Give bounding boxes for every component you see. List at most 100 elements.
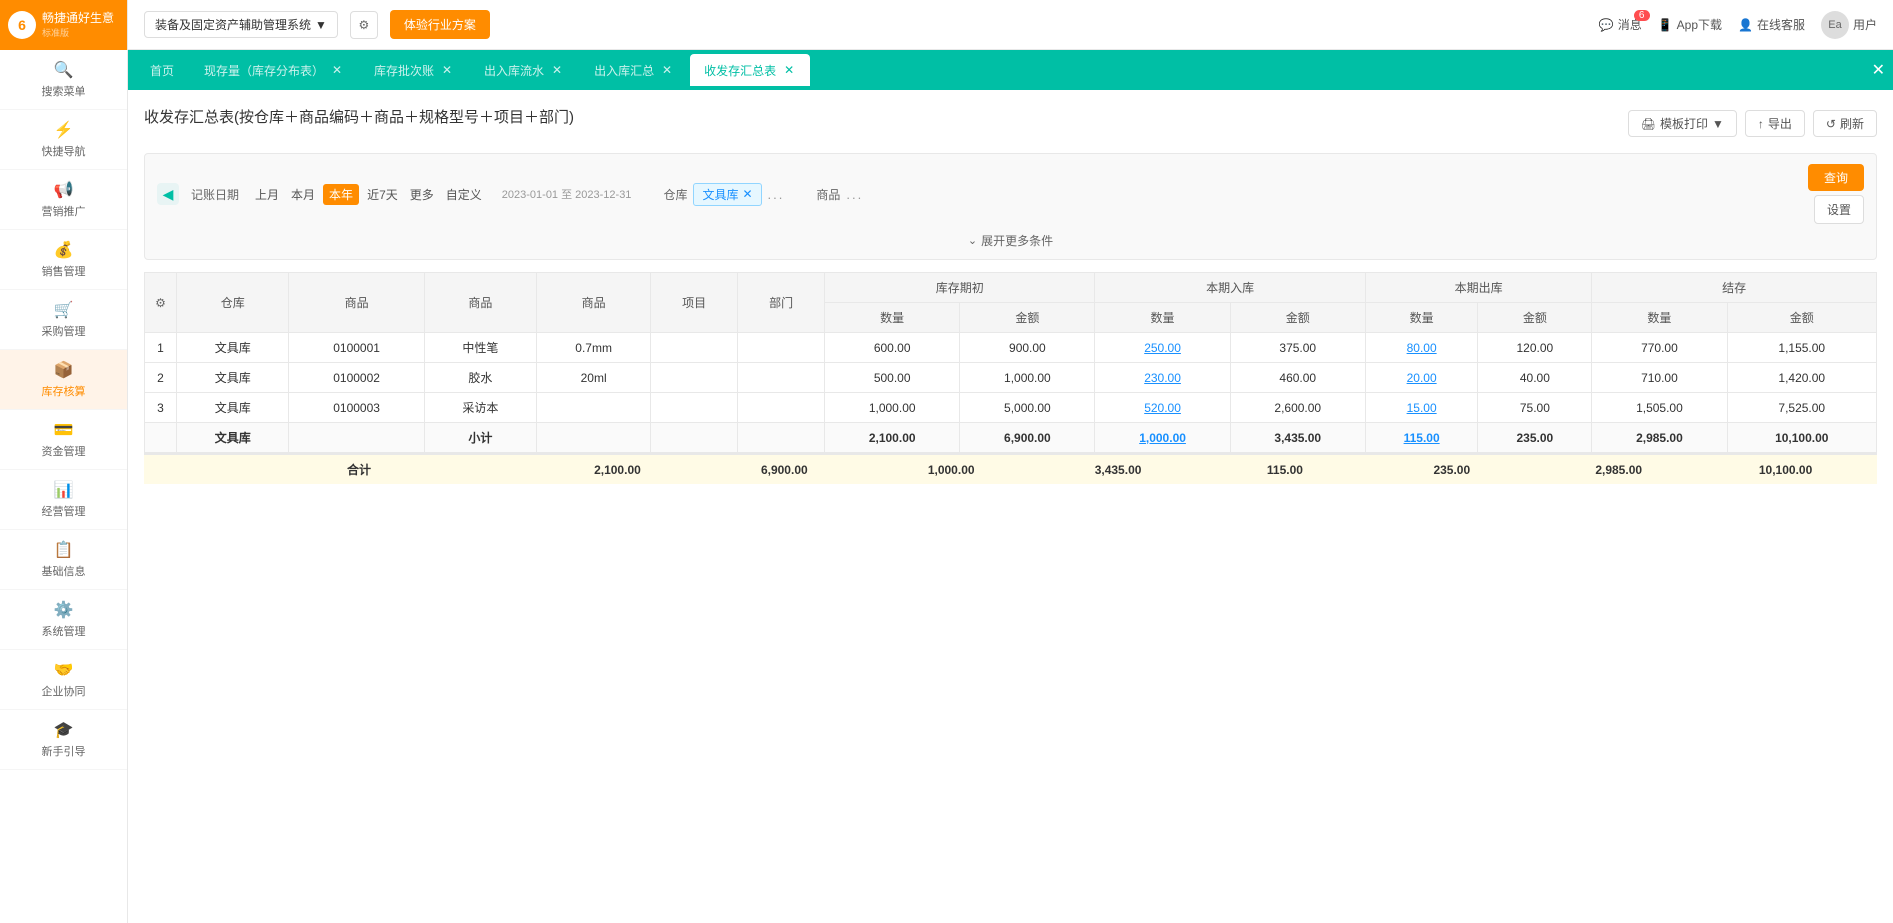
row-product-name-3: 小计 — [424, 423, 536, 453]
date-custom[interactable]: 自定义 — [442, 184, 486, 205]
tab-close-batch-ledger[interactable]: ✕ — [440, 63, 454, 77]
tab-inout-summary[interactable]: 出入库汇总✕ — [580, 54, 688, 86]
tab-close-inventory-dist[interactable]: ✕ — [330, 63, 344, 77]
close-all-tabs-icon[interactable]: ✕ — [1872, 60, 1885, 80]
date-filter-label: 记账日期 — [191, 186, 239, 203]
inventory-icon: 📦 — [54, 360, 74, 380]
row-in-qty-0[interactable]: 250.00 — [1095, 333, 1230, 363]
table-row: 文具库 小计 2,100.00 6,900.00 1,000.00 3,435.… — [145, 423, 1877, 453]
row-product-code-1: 0100002 — [289, 363, 424, 393]
row-out-qty-3[interactable]: 115.00 — [1365, 423, 1478, 453]
warehouse-filter: 仓库 文具库 ✕ ... — [663, 183, 784, 206]
service-icon: 👤 — [1738, 18, 1753, 32]
sidebar-item-quick-nav[interactable]: ⚡ 快捷导航 — [0, 110, 127, 170]
product-more-icon[interactable]: ... — [846, 187, 863, 202]
online-service-action[interactable]: 👤 在线客服 — [1738, 16, 1805, 33]
row-warehouse-1: 文具库 — [177, 363, 289, 393]
row-in-amount-2: 2,600.00 — [1230, 393, 1365, 423]
settings-icon[interactable]: ⚙ — [350, 11, 378, 39]
row-open-qty-3: 2,100.00 — [825, 423, 960, 453]
sidebar-item-marketing[interactable]: 📢营销推广 — [0, 170, 127, 230]
warehouse-tag[interactable]: 文具库 ✕ — [693, 183, 761, 206]
template-print-button[interactable]: 🖨 模板打印 ▼ — [1628, 110, 1737, 137]
footer-out-qty: 115.00 — [1202, 463, 1369, 477]
sidebar-item-finance[interactable]: 💳资金管理 — [0, 410, 127, 470]
sidebar-item-purchase[interactable]: 🛒采购管理 — [0, 290, 127, 350]
sidebar-item-sales[interactable]: 💰销售管理 — [0, 230, 127, 290]
tab-batch-ledger[interactable]: 库存批次账 ✕ — [360, 54, 468, 86]
date-this-month[interactable]: 本月 — [287, 184, 319, 205]
query-button[interactable]: 查询 — [1808, 164, 1864, 191]
quick-nav-icon: ⚡ — [54, 120, 74, 140]
row-out-amount-1: 40.00 — [1478, 363, 1592, 393]
row-product-spec-2 — [537, 393, 651, 423]
demo-button[interactable]: 体验行业方案 — [390, 10, 490, 39]
row-no-0: 1 — [145, 333, 177, 363]
expand-filter-row[interactable]: ⌄ 展开更多条件 — [157, 232, 1864, 249]
footer-close-amount: 10,100.00 — [1702, 463, 1869, 477]
table-settings-icon[interactable]: ⚙ — [155, 296, 166, 310]
tab-close-inout-summary[interactable]: ✕ — [660, 63, 674, 77]
row-in-qty-2[interactable]: 520.00 — [1095, 393, 1230, 423]
notifications-badge: 6 — [1634, 10, 1650, 21]
tab-close-recv-send-summary[interactable]: ✕ — [782, 63, 796, 77]
date-last-month[interactable]: 上月 — [251, 184, 283, 205]
sidebar-item-system[interactable]: ⚙️系统管理 — [0, 590, 127, 650]
warehouse-more-icon[interactable]: ... — [768, 187, 785, 202]
row-close-qty-3: 2,985.00 — [1592, 423, 1727, 453]
sidebar-item-basic-info[interactable]: 📋基础信息 — [0, 530, 127, 590]
tab-label-inventory-dist: 现存量（库存分布表） — [204, 62, 324, 79]
row-product-spec-1: 20ml — [537, 363, 651, 393]
filter-toggle-button[interactable]: ◀ — [157, 183, 179, 205]
tab-inout-flow[interactable]: 出入库流水 ✕ — [470, 54, 578, 86]
tab-inventory-dist[interactable]: 现存量（库存分布表） ✕ — [190, 54, 358, 86]
col-product-name-header: 商品 — [424, 273, 536, 333]
quick-nav-label: 快捷导航 — [42, 143, 86, 159]
row-in-qty-1[interactable]: 230.00 — [1095, 363, 1230, 393]
row-open-amount-0: 900.00 — [960, 333, 1095, 363]
sidebar-item-inventory[interactable]: 📦 库存核算 — [0, 350, 127, 410]
row-no-3 — [145, 423, 177, 453]
tab-home[interactable]: 首页 — [136, 54, 188, 86]
export-button[interactable]: ↑ 导出 — [1745, 110, 1805, 137]
row-out-qty-2[interactable]: 15.00 — [1365, 393, 1478, 423]
app-download-action[interactable]: 📱 App下载 — [1658, 16, 1722, 33]
row-close-amount-3: 10,100.00 — [1727, 423, 1876, 453]
export-icon: ↑ — [1758, 117, 1764, 131]
row-out-qty-1[interactable]: 20.00 — [1365, 363, 1478, 393]
notifications-action[interactable]: 💬 消息 6 — [1599, 16, 1642, 33]
tab-label-inout-flow: 出入库流水 — [484, 62, 544, 79]
date-more[interactable]: 更多 — [406, 184, 438, 205]
footer-out-amount: 235.00 — [1368, 463, 1535, 477]
warehouse-tag-close-icon[interactable]: ✕ — [742, 187, 752, 201]
refresh-icon: ↺ — [1826, 117, 1836, 131]
tab-recv-send-summary[interactable]: 收发存汇总表✕ — [690, 54, 810, 86]
sidebar-item-operations[interactable]: 📊经营管理 — [0, 470, 127, 530]
col-close-amount-header: 金额 — [1727, 303, 1876, 333]
topbar: 装备及固定资产辅助管理系统 ▼ ⚙ 体验行业方案 💬 消息 6 📱 App下载 … — [128, 0, 1893, 50]
row-warehouse-0: 文具库 — [177, 333, 289, 363]
sidebar-item-enterprise[interactable]: 🤝企业协同 — [0, 650, 127, 710]
tab-close-inout-flow[interactable]: ✕ — [550, 63, 564, 77]
row-out-qty-0[interactable]: 80.00 — [1365, 333, 1478, 363]
system-select[interactable]: 装备及固定资产辅助管理系统 ▼ — [144, 11, 338, 38]
tab-bar: 首页现存量（库存分布表）✕库存批次账✕出入库流水✕出入库汇总✕收发存汇总表✕✕ — [128, 50, 1893, 90]
date-this-year[interactable]: 本年 — [323, 184, 359, 205]
row-department-1 — [738, 363, 825, 393]
tab-label-batch-ledger: 库存批次账 — [374, 62, 434, 79]
sidebar-item-search[interactable]: 🔍搜索菜单 — [0, 50, 127, 110]
row-in-amount-3: 3,435.00 — [1230, 423, 1365, 453]
row-no-1: 2 — [145, 363, 177, 393]
row-product-code-0: 0100001 — [289, 333, 424, 363]
sidebar-item-guide[interactable]: 🎓新手引导 — [0, 710, 127, 770]
col-product-spec-header: 商品 — [537, 273, 651, 333]
footer-in-qty: 1,000.00 — [868, 463, 1035, 477]
user-action[interactable]: Ea 用户 — [1821, 11, 1877, 39]
row-department-2 — [738, 393, 825, 423]
inventory-label: 库存核算 — [42, 383, 86, 399]
setting-button[interactable]: 设置 — [1814, 195, 1864, 224]
table-footer: 合计 2,100.00 6,900.00 1,000.00 3,435.00 1… — [144, 453, 1877, 484]
refresh-button[interactable]: ↺ 刷新 — [1813, 110, 1877, 137]
row-in-qty-3[interactable]: 1,000.00 — [1095, 423, 1230, 453]
date-7days[interactable]: 近7天 — [363, 184, 402, 205]
